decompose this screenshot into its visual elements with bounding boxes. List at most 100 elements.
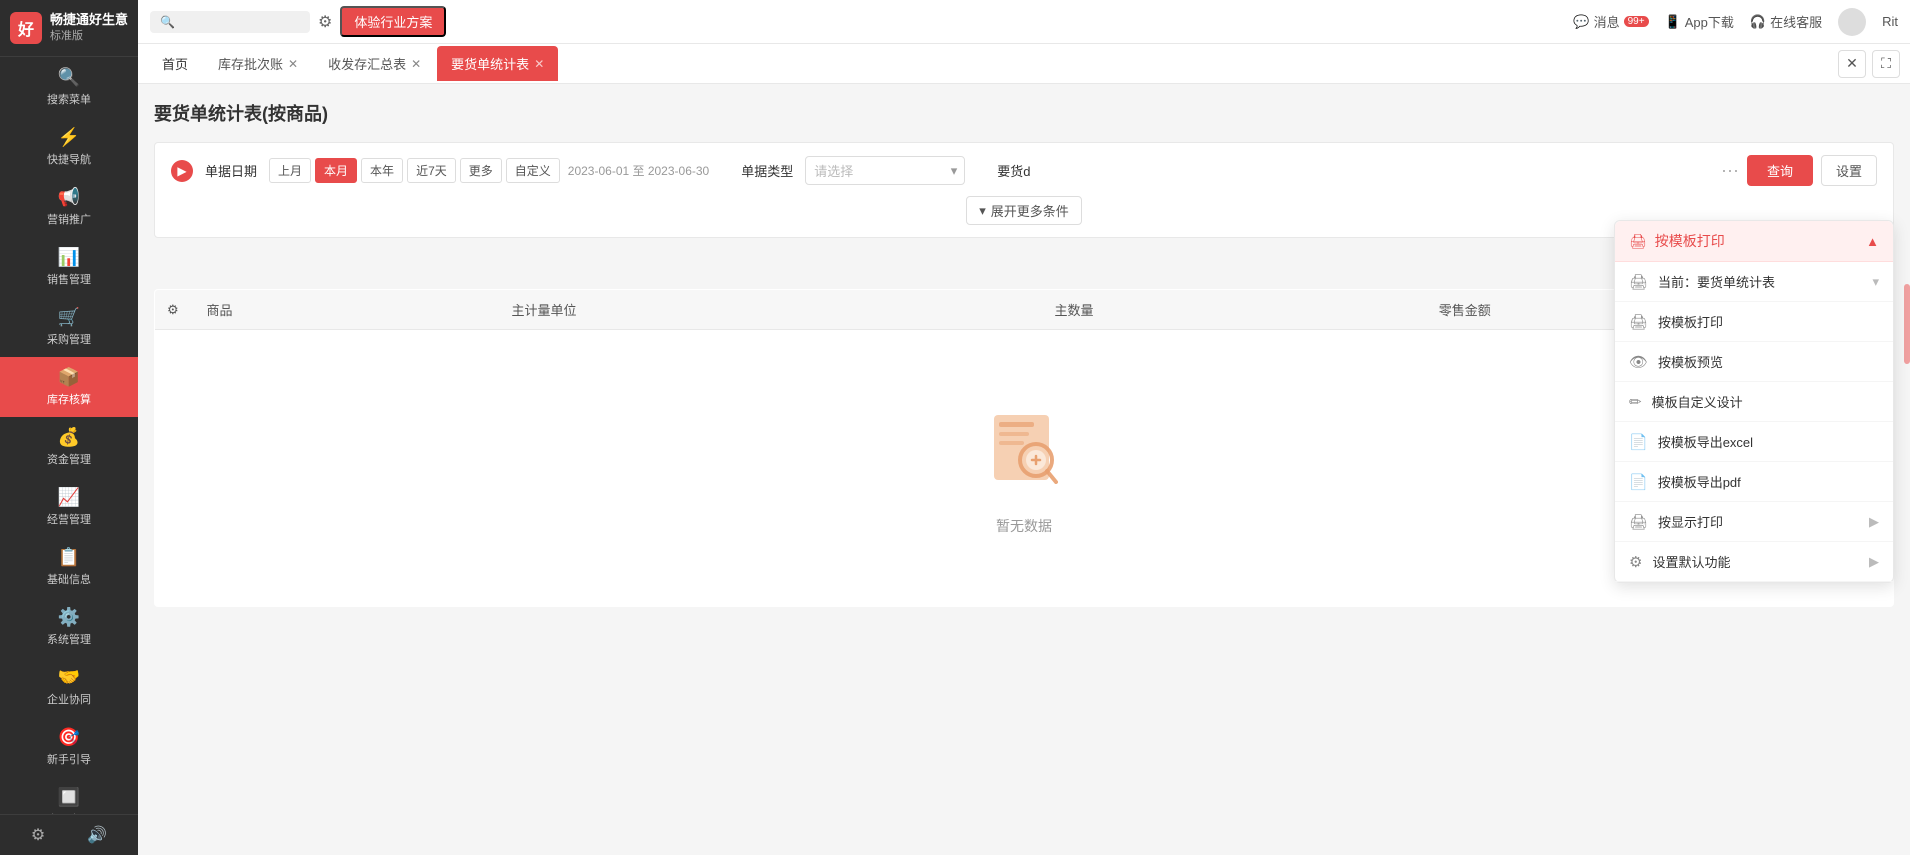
sidebar-item-label: 经营管理 — [47, 511, 91, 527]
sales-icon: 📊 — [58, 247, 80, 268]
content-area: 要货单统计表(按商品) ▶ 单据日期 上月 本月 本年 近7天 更多 自定义 2… — [138, 84, 1910, 855]
guide-icon: 🎯 — [58, 727, 80, 748]
operations-icon: 📈 — [58, 487, 80, 508]
required-goods-label: 要货d — [997, 161, 1030, 180]
empty-icon — [974, 400, 1074, 500]
tab-actions: ✕ ⛶ — [1838, 50, 1900, 78]
message-label: 消息 — [1594, 12, 1620, 31]
template-preview-icon: 👁 — [1629, 353, 1648, 371]
online-service-label: 在线客服 — [1770, 12, 1822, 31]
sidebar-item-marketing[interactable]: 📢 营销推广 — [0, 177, 138, 237]
app-name: 畅捷通好生意 — [50, 12, 128, 29]
sidebar-item-basic[interactable]: 📋 基础信息 — [0, 537, 138, 597]
user-name[interactable]: Rit — [1882, 14, 1898, 29]
tab-receipt-summary-label: 收发存汇总表 — [328, 54, 406, 73]
finance-icon: 💰 — [58, 427, 80, 448]
dropdown-current-template[interactable]: 🖨 当前：要货单统计表 ▾ — [1615, 262, 1893, 302]
sidebar-item-system[interactable]: ⚙️ 系统管理 — [0, 597, 138, 657]
sidebar-item-label: 资金管理 — [47, 451, 91, 467]
settings-bottom-icon[interactable]: ⚙ — [31, 825, 45, 845]
template-export-pdf-label: 按模板导出pdf — [1658, 472, 1741, 491]
sidebar-item-purchase[interactable]: 🛒 采购管理 — [0, 297, 138, 357]
tab-receipt-summary[interactable]: 收发存汇总表 ✕ — [314, 46, 435, 81]
system-icon: ⚙️ — [58, 607, 80, 628]
tab-receipt-summary-close[interactable]: ✕ — [411, 57, 421, 71]
more-date-button[interactable]: 更多 — [460, 158, 502, 183]
logo-icon: 好 — [10, 12, 42, 44]
close-all-icon: ✕ — [1846, 55, 1858, 72]
app-download-button[interactable]: 📱 App下载 — [1665, 12, 1734, 31]
sidebar-item-collab[interactable]: 🤝 企业协同 — [0, 657, 138, 717]
close-all-button[interactable]: ✕ — [1838, 50, 1866, 78]
set-default-icon: ⚙ — [1629, 553, 1642, 571]
tab-inventory-batch[interactable]: 库存批次账 ✕ — [204, 46, 312, 81]
template-print-icon: 🖨 — [1629, 313, 1648, 331]
sidebar-item-quick-nav[interactable]: ⚡ 快捷导航 — [0, 117, 138, 177]
prev-month-button[interactable]: 上月 — [269, 158, 311, 183]
current-template-label: 当前：要货单统计表 — [1658, 272, 1862, 291]
more-options-icon[interactable]: ··· — [1721, 160, 1739, 181]
quick-nav-icon: ⚡ — [58, 127, 80, 148]
topbar-gear-icon[interactable]: ⚙ — [318, 12, 332, 32]
dropdown-up-arrow-icon[interactable]: ▲ — [1866, 234, 1879, 249]
query-button[interactable]: 查询 — [1747, 155, 1813, 186]
user-avatar[interactable] — [1838, 8, 1866, 36]
sidebar-item-inventory[interactable]: 📦 库存核算 — [0, 357, 138, 417]
maximize-button[interactable]: ⛶ — [1872, 50, 1900, 78]
dropdown-item-display-print[interactable]: 🖨 按显示打印 ▶ — [1615, 502, 1893, 542]
online-service-button[interactable]: 🎧 在线客服 — [1750, 12, 1822, 31]
filter-row-1: ▶ 单据日期 上月 本月 本年 近7天 更多 自定义 2023-06-01 至 … — [171, 155, 1877, 186]
sidebar-item-operations[interactable]: 📈 经营管理 — [0, 477, 138, 537]
settings-button[interactable]: 设置 — [1821, 155, 1877, 186]
expand-label: 展开更多条件 — [991, 201, 1069, 220]
sidebar-item-label: 企业协同 — [47, 691, 91, 707]
print-dropdown-menu: 🖨 按模板打印 ▲ 🖨 当前：要货单统计表 ▾ 🖨 按模板打印 👁 按 — [1614, 220, 1894, 583]
nav-menu: 🔍 搜索菜单 ⚡ 快捷导航 📢 营销推广 📊 销售管理 🛒 采购管理 📦 库存核… — [0, 57, 138, 814]
type-select[interactable]: 请选择 — [805, 156, 965, 185]
message-button[interactable]: 💬 消息 99+ — [1573, 12, 1648, 31]
app-center-icon: 🔲 — [58, 787, 80, 808]
template-print-label: 按模板打印 — [1658, 312, 1723, 331]
dropdown-item-template-export-excel[interactable]: 📄 按模板导出excel — [1615, 422, 1893, 462]
set-default-label: 设置默认功能 — [1652, 552, 1730, 571]
cur-month-button[interactable]: 本月 — [315, 158, 357, 183]
promo-button[interactable]: 体验行业方案 — [340, 6, 446, 37]
template-preview-label: 按模板预览 — [1658, 352, 1723, 371]
cur-year-button[interactable]: 本年 — [361, 158, 403, 183]
sidebar-item-finance[interactable]: 💰 资金管理 — [0, 417, 138, 477]
filter-toggle-button[interactable]: ▶ — [171, 160, 193, 182]
type-select-value: 请选择 — [814, 164, 853, 179]
dropdown-item-template-preview[interactable]: 👁 按模板预览 — [1615, 342, 1893, 382]
dropdown-item-template-export-pdf[interactable]: 📄 按模板导出pdf — [1615, 462, 1893, 502]
topbar-search-box[interactable]: 🔍 — [150, 11, 310, 33]
audio-bottom-icon[interactable]: 🔊 — [87, 825, 107, 845]
expand-button[interactable]: ▾ 展开更多条件 — [966, 196, 1082, 225]
dropdown-item-template-print[interactable]: 🖨 按模板打印 — [1615, 302, 1893, 342]
tab-order-stats-close[interactable]: ✕ — [534, 57, 544, 71]
sidebar-item-label: 基础信息 — [47, 571, 91, 587]
col-unit: 主计量单位 — [500, 290, 1043, 330]
display-print-icon: 🖨 — [1629, 513, 1648, 531]
dropdown-item-set-default[interactable]: ⚙ 设置默认功能 ▶ — [1615, 542, 1893, 582]
sidebar-item-app-center[interactable]: 🔲 应用中心 — [0, 777, 138, 814]
sidebar-item-label: 新手引导 — [47, 751, 91, 767]
dropdown-item-template-custom[interactable]: ✏ 模板自定义设计 — [1615, 382, 1893, 422]
week7-button[interactable]: 近7天 — [407, 158, 456, 183]
app-download-label: App下载 — [1685, 12, 1734, 31]
custom-date-button[interactable]: 自定义 — [506, 158, 560, 183]
template-custom-icon: ✏ — [1629, 393, 1642, 411]
col-settings[interactable]: ⚙ — [155, 290, 195, 330]
sidebar-item-search[interactable]: 🔍 搜索菜单 — [0, 57, 138, 117]
maximize-icon: ⛶ — [1881, 55, 1891, 72]
marketing-icon: 📢 — [58, 187, 80, 208]
type-select-wrapper[interactable]: 请选择 — [805, 156, 965, 185]
sidebar-item-sales[interactable]: 📊 销售管理 — [0, 237, 138, 297]
sidebar: 好 畅捷通好生意 标准版 🔍 搜索菜单 ⚡ 快捷导航 📢 营销推广 📊 销售管理… — [0, 0, 138, 855]
template-export-excel-icon: 📄 — [1629, 433, 1648, 451]
tab-inventory-batch-close[interactable]: ✕ — [288, 57, 298, 71]
sidebar-item-guide[interactable]: 🎯 新手引导 — [0, 717, 138, 777]
tab-home[interactable]: 首页 — [148, 46, 202, 81]
scrollbar-thumb[interactable] — [1904, 284, 1910, 364]
sidebar-item-label: 快捷导航 — [47, 151, 91, 167]
tab-order-stats[interactable]: 要货单统计表 ✕ — [437, 46, 558, 81]
